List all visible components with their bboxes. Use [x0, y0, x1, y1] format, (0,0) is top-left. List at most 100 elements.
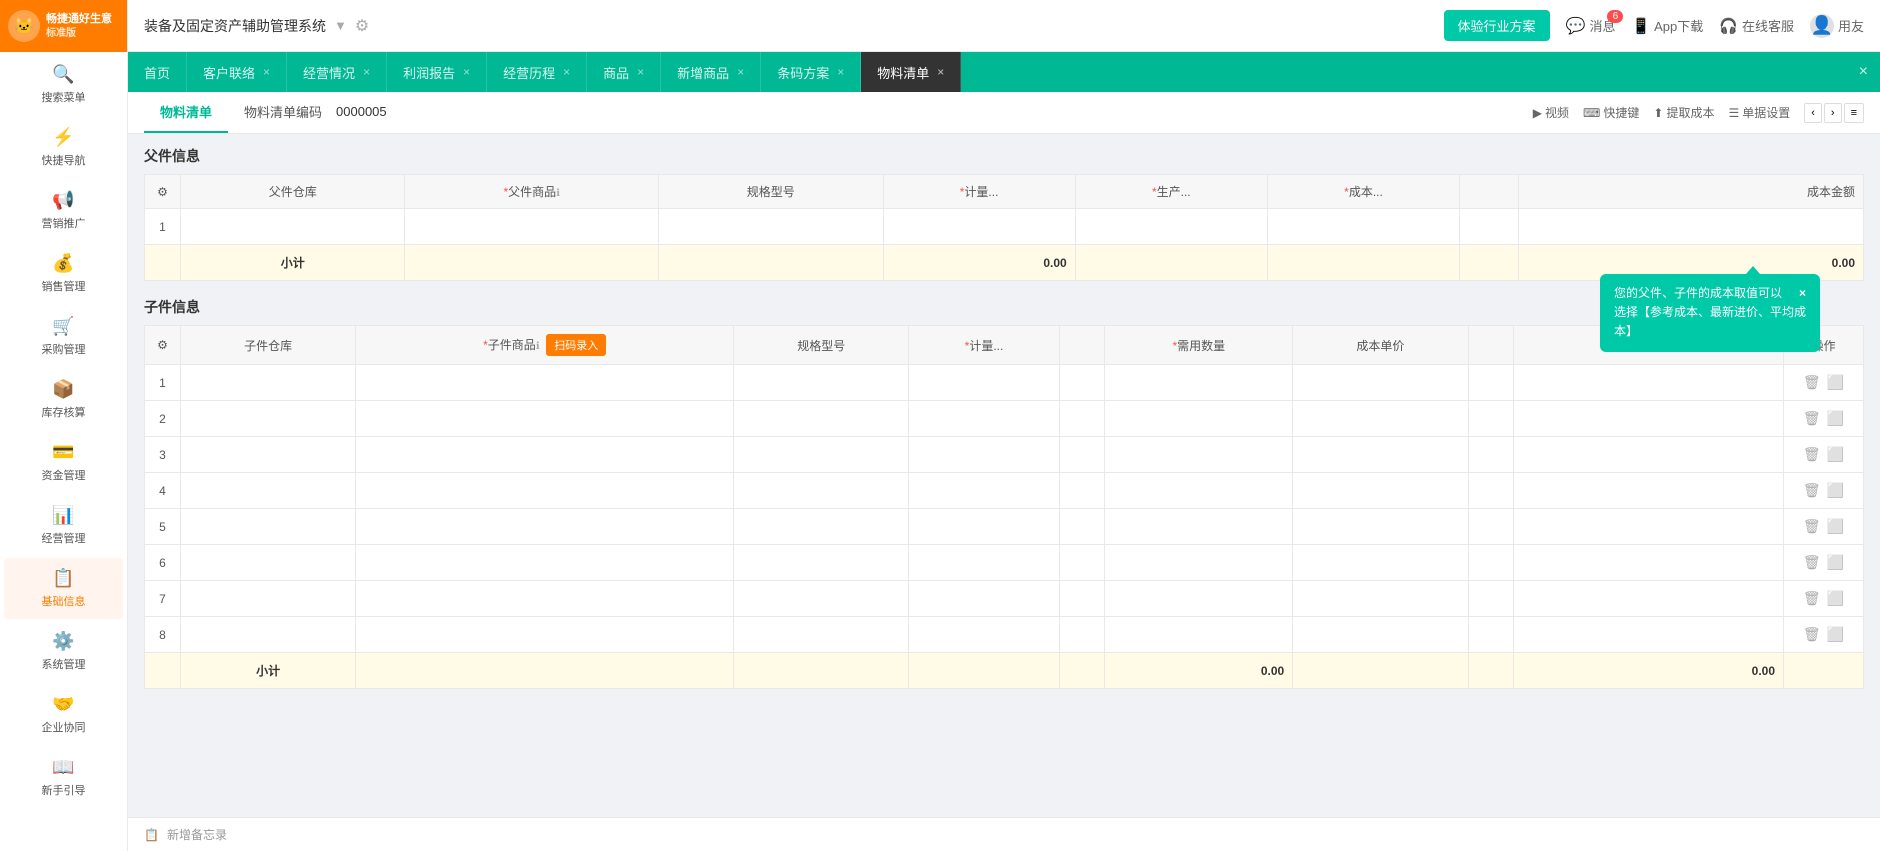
child-cell-warehouse-8[interactable] [181, 617, 356, 653]
sidebar-item-新手引导[interactable]: 📖 新手引导 [4, 747, 123, 808]
child-cell-spec-7[interactable] [734, 581, 909, 617]
copy-icon-3[interactable]: ⬜ [1827, 446, 1844, 463]
child-cell-qty-1[interactable] [1105, 365, 1293, 401]
child-cell-unit-cost-5[interactable] [1293, 509, 1468, 545]
child-cell-spec-6[interactable] [734, 545, 909, 581]
shortcut-btn[interactable]: ⌨ 快捷键 [1583, 104, 1639, 121]
copy-icon-4[interactable]: ⬜ [1827, 482, 1844, 499]
nav-tab-3[interactable]: 利润报告× [387, 52, 487, 92]
app-download-button[interactable]: 📱 App下载 [1631, 16, 1703, 35]
child-cell-warehouse-3[interactable] [181, 437, 356, 473]
child-cell-unit-cost-1[interactable] [1293, 365, 1468, 401]
copy-icon-6[interactable]: ⬜ [1827, 554, 1844, 571]
sidebar-item-采购管理[interactable]: 🛒 采购管理 [4, 306, 123, 367]
single-settings-btn[interactable]: ☰ 单据设置 [1728, 104, 1790, 121]
nav-tab-close-8[interactable]: × [937, 65, 944, 79]
child-cell-uom-4[interactable] [909, 473, 1059, 509]
settings-icon[interactable]: ⚙ [355, 16, 369, 36]
sidebar-item-基础信息[interactable]: 📋 基础信息 [4, 558, 123, 619]
copy-icon-2[interactable]: ⬜ [1827, 410, 1844, 427]
video-btn[interactable]: ▶ 视频 [1533, 104, 1569, 121]
delete-icon-3[interactable]: 🗑 [1803, 446, 1821, 463]
child-cell-qty-4[interactable] [1105, 473, 1293, 509]
nav-tab-close-3[interactable]: × [463, 65, 470, 79]
child-cell-extra-4[interactable] [1059, 473, 1105, 509]
child-cell-extra2-8[interactable] [1468, 617, 1514, 653]
child-cell-product-1[interactable] [356, 365, 734, 401]
child-cell-product-7[interactable] [356, 581, 734, 617]
child-cell-spec-1[interactable] [734, 365, 909, 401]
copy-icon-1[interactable]: ⬜ [1827, 374, 1844, 391]
nav-tab-close-1[interactable]: × [263, 65, 270, 79]
child-cell-extra2-6[interactable] [1468, 545, 1514, 581]
child-cell-warehouse-6[interactable] [181, 545, 356, 581]
nav-tab-5[interactable]: 商品× [587, 52, 661, 92]
child-cell-extra2-4[interactable] [1468, 473, 1514, 509]
nav-tab-close-2[interactable]: × [363, 65, 370, 79]
child-cell-extra-6[interactable] [1059, 545, 1105, 581]
nav-list-btn[interactable]: ≡ [1844, 103, 1864, 123]
delete-icon-1[interactable]: 🗑 [1803, 374, 1821, 391]
sidebar-item-系统管理[interactable]: ⚙️ 系统管理 [4, 621, 123, 682]
child-cell-qty-5[interactable] [1105, 509, 1293, 545]
child-cell-qty-8[interactable] [1105, 617, 1293, 653]
close-all-tabs-button[interactable]: × [1847, 63, 1880, 81]
delete-icon-4[interactable]: 🗑 [1803, 482, 1821, 499]
child-cell-warehouse-7[interactable] [181, 581, 356, 617]
nav-tab-7[interactable]: 条码方案× [761, 52, 861, 92]
child-cell-extra-2[interactable] [1059, 401, 1105, 437]
nav-tab-close-7[interactable]: × [837, 65, 844, 79]
delete-icon-5[interactable]: 🗑 [1803, 518, 1821, 535]
parent-cell-product[interactable] [405, 209, 659, 245]
parent-cell-produce[interactable] [1075, 209, 1267, 245]
scan-button[interactable]: 扫码录入 [546, 334, 606, 356]
extract-cost-btn[interactable]: ⬆ 提取成本 [1653, 104, 1714, 121]
child-cell-uom-1[interactable] [909, 365, 1059, 401]
nav-tab-close-6[interactable]: × [737, 65, 744, 79]
nav-tab-2[interactable]: 经营情况× [287, 52, 387, 92]
child-cell-spec-8[interactable] [734, 617, 909, 653]
tooltip-close-button[interactable]: × [1799, 284, 1806, 303]
child-cell-extra2-3[interactable] [1468, 437, 1514, 473]
child-cell-extra-7[interactable] [1059, 581, 1105, 617]
sidebar-item-企业协同[interactable]: 🤝 企业协同 [4, 684, 123, 745]
parent-cell-qty[interactable] [883, 209, 1075, 245]
child-cell-uom-7[interactable] [909, 581, 1059, 617]
child-cell-extra-8[interactable] [1059, 617, 1105, 653]
delete-icon-6[interactable]: 🗑 [1803, 554, 1821, 571]
copy-icon-5[interactable]: ⬜ [1827, 518, 1844, 535]
dropdown-arrow[interactable]: ▼ [334, 18, 347, 33]
child-cell-extra-5[interactable] [1059, 509, 1105, 545]
sidebar-item-库存核算[interactable]: 📦 库存核算 [4, 369, 123, 430]
nav-next-btn[interactable]: › [1824, 103, 1842, 123]
child-cell-uom-3[interactable] [909, 437, 1059, 473]
child-cell-qty-6[interactable] [1105, 545, 1293, 581]
nav-prev-btn[interactable]: ‹ [1804, 103, 1822, 123]
nav-tab-0[interactable]: 首页 [128, 52, 187, 92]
message-button[interactable]: 💬 消息 6 [1566, 16, 1616, 36]
online-service-button[interactable]: 🎧 在线客服 [1719, 16, 1794, 35]
child-cell-unit-cost-2[interactable] [1293, 401, 1468, 437]
parent-cell-cost[interactable] [1267, 209, 1459, 245]
child-cell-product-4[interactable] [356, 473, 734, 509]
child-cell-extra-3[interactable] [1059, 437, 1105, 473]
child-cell-spec-3[interactable] [734, 437, 909, 473]
sidebar-item-快捷导航[interactable]: ⚡ 快捷导航 [4, 117, 123, 178]
child-cell-warehouse-2[interactable] [181, 401, 356, 437]
sub-tab-code[interactable]: 物料清单编码 0000005 [228, 92, 403, 133]
child-cell-product-6[interactable] [356, 545, 734, 581]
child-cell-unit-cost-4[interactable] [1293, 473, 1468, 509]
delete-icon-2[interactable]: 🗑 [1803, 410, 1821, 427]
child-cell-unit-cost-8[interactable] [1293, 617, 1468, 653]
copy-icon-8[interactable]: ⬜ [1827, 626, 1844, 643]
child-cell-qty-7[interactable] [1105, 581, 1293, 617]
child-cell-uom-5[interactable] [909, 509, 1059, 545]
sidebar-item-资金管理[interactable]: 💳 资金管理 [4, 432, 123, 493]
child-cell-qty-3[interactable] [1105, 437, 1293, 473]
child-cell-warehouse-4[interactable] [181, 473, 356, 509]
child-cell-extra2-7[interactable] [1468, 581, 1514, 617]
child-cell-uom-8[interactable] [909, 617, 1059, 653]
child-cell-product-2[interactable] [356, 401, 734, 437]
child-cell-warehouse-1[interactable] [181, 365, 356, 401]
nav-tab-4[interactable]: 经营历程× [487, 52, 587, 92]
